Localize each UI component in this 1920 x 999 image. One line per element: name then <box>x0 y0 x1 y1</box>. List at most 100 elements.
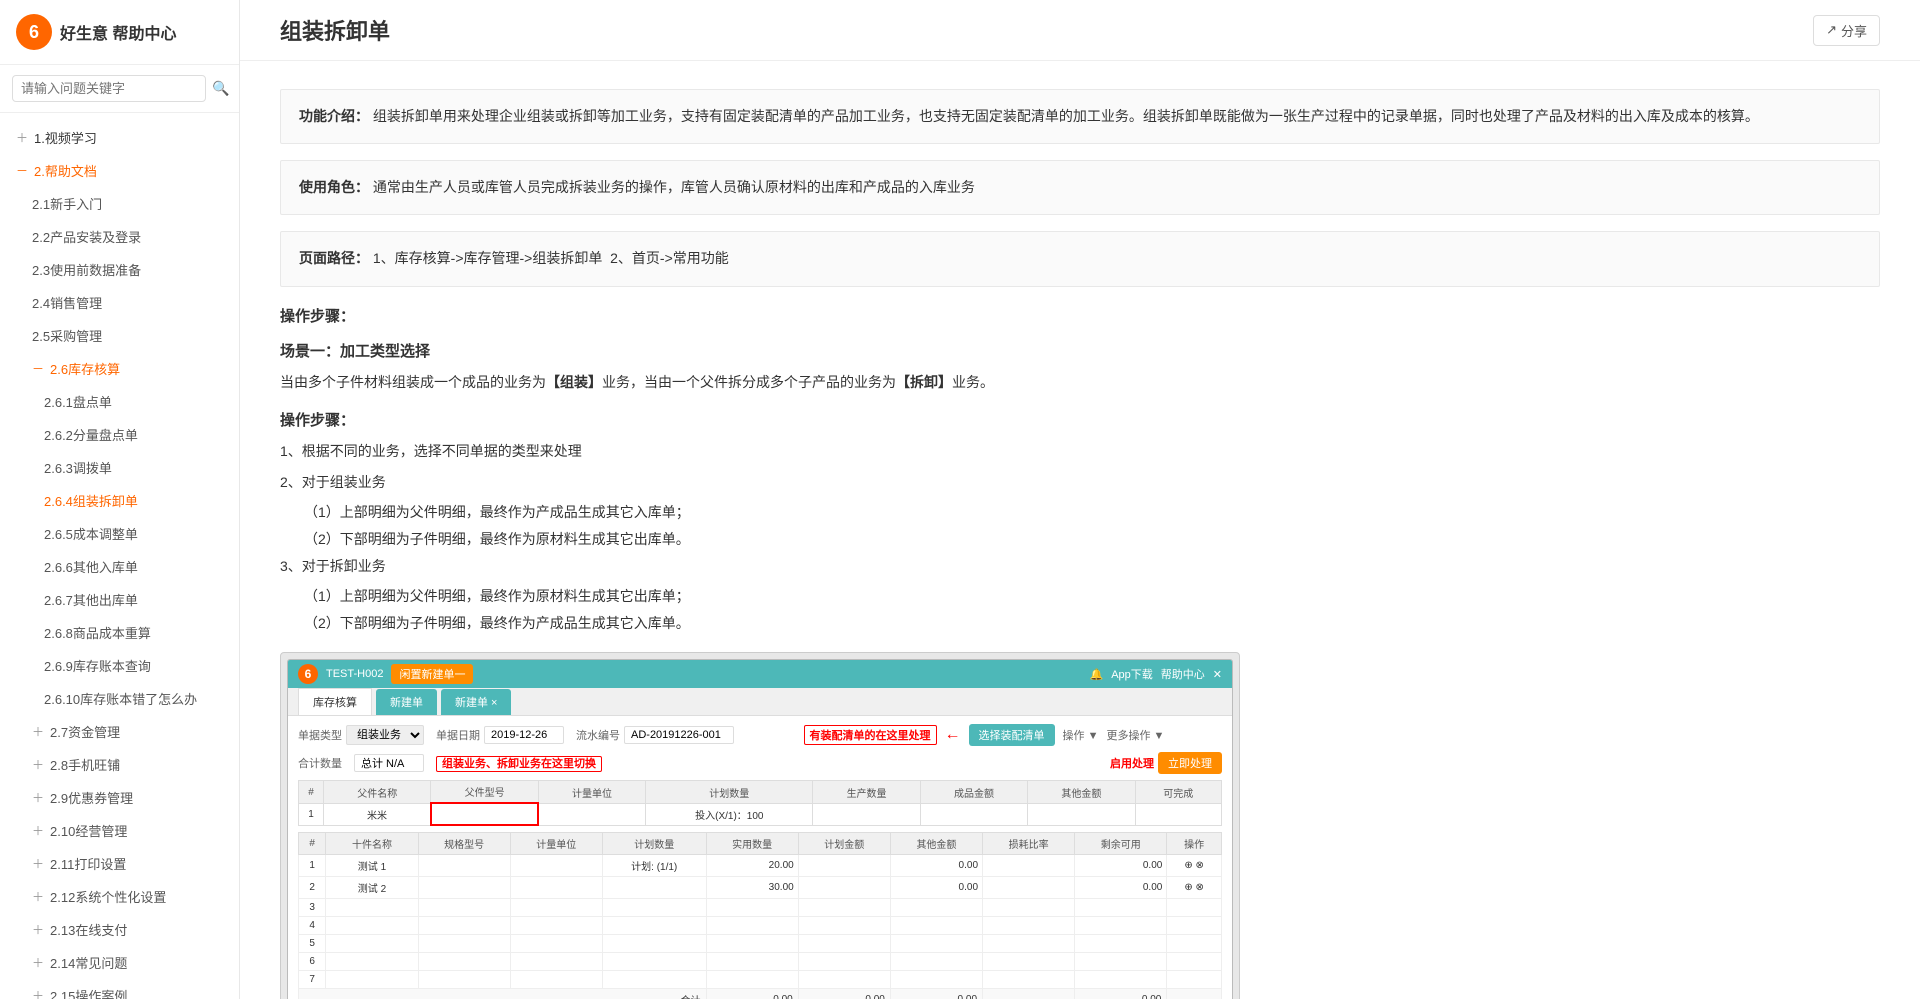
c7-pa <box>798 971 890 989</box>
sidebar-item-stock-query[interactable]: 2.6.9库存账本查询 <box>0 649 239 682</box>
new-order-btn[interactable]: 闲置新建单一 <box>391 664 473 684</box>
tab-new-order[interactable]: 新建单 <box>376 689 437 715</box>
share-button[interactable]: ↗ 分享 <box>1813 15 1880 46</box>
sidebar-item-custom[interactable]: ＋ 2.12系统个性化设置 <box>0 880 239 913</box>
sidebar-item-faq[interactable]: ＋ 2.14常见问题 <box>0 946 239 979</box>
sidebar-item-stock-error[interactable]: 2.6.10库存账本错了怎么办 <box>0 682 239 715</box>
date-input[interactable] <box>484 726 564 744</box>
order-type-select[interactable]: 组装业务 拆卸业务 <box>346 725 424 745</box>
num-input[interactable] <box>624 726 734 744</box>
child-col-loss-rate: 损耗比率 <box>983 833 1075 855</box>
child-row-1: 1 测试 1 计划: (1/1) 20.00 0.00 0.00 <box>299 855 1222 877</box>
c2-model <box>418 877 510 899</box>
sidebar-item-cases[interactable]: ＋ 2.15操作案例 <box>0 979 239 999</box>
annotation-area: 有装配清单的在这里处理 ← 选择装配清单 操作 ▼ 更多操作 ▼ <box>746 724 1222 746</box>
search-input[interactable] <box>12 75 206 102</box>
sidebar-item-install[interactable]: 2.2产品安装及登录 <box>0 220 239 253</box>
sidebar-item-print[interactable]: ＋ 2.11打印设置 <box>0 847 239 880</box>
form-row-1: 单据类型 组装业务 拆卸业务 单据日期 流水编号 <box>298 724 1222 746</box>
c2-plan-amount <box>798 877 890 899</box>
sidebar-item-label: 2.15操作案例 <box>50 986 127 999</box>
sidebar-item-cash[interactable]: ＋ 2.7资金管理 <box>0 715 239 748</box>
sidebar-item-label: 2.帮助文档 <box>34 161 97 180</box>
tab-inventory[interactable]: 库存核算 <box>298 688 372 715</box>
date-field: 单据日期 <box>436 726 564 744</box>
sidebar-item-stocktake[interactable]: 2.6.1盘点单 <box>0 385 239 418</box>
c6-lr <box>983 953 1075 971</box>
sidebar-item-adjust[interactable]: 2.6.3调拨单 <box>0 451 239 484</box>
sidebar-item-cost-recalc[interactable]: 2.6.8商品成本重算 <box>0 616 239 649</box>
child-col-remaining: 剩余可用 <box>1075 833 1167 855</box>
action-area-label: 操作 ▼ <box>1063 727 1099 743</box>
sidebar-item-label: 2.6.8商品成本重算 <box>44 623 151 642</box>
c1-ops: ⊕ ⊗ <box>1167 855 1222 877</box>
sidebar-item-label: 2.3使用前数据准备 <box>32 260 141 279</box>
col-plan-qty: 计划数量 <box>646 781 813 804</box>
c2-plan-qty <box>602 877 706 899</box>
c1-plan-qty: 计划: (1/1) <box>602 855 706 877</box>
sidebar-item-video[interactable]: ＋ 1.视频学习 <box>0 121 239 154</box>
child-col-num: # <box>299 833 326 855</box>
c5-name <box>326 935 418 953</box>
order-type-label: 单据类型 <box>298 727 342 743</box>
apply-btn[interactable]: 立即处理 <box>1158 752 1222 774</box>
sidebar-item-other-out[interactable]: 2.6.7其他出库单 <box>0 583 239 616</box>
c3-u <box>510 899 602 917</box>
footer-plan-amount: 0.00 <box>798 989 890 999</box>
sidebar-item-inventory[interactable]: － 2.6库存核算 <box>0 352 239 385</box>
form-row-2: 合计数量 组装业务、拆卸业务在这里切换 启用处理 立即处理 <box>298 752 1222 774</box>
row1-num: 1 <box>299 803 324 825</box>
c5-r <box>1075 935 1167 953</box>
sidebar-item-split-stocktake[interactable]: 2.6.2分量盘点单 <box>0 418 239 451</box>
tab-new-order-2[interactable]: 新建单 × <box>441 689 511 715</box>
sidebar-item-assembly[interactable]: 2.6.4组装拆卸单 <box>0 484 239 517</box>
sidebar-item-new-user[interactable]: 2.1新手入门 <box>0 187 239 220</box>
c4-lr <box>983 917 1075 935</box>
c6-r <box>1075 953 1167 971</box>
step2-sub1: （1）上部明细为父件明细，最终作为产成品生成其它入库单； <box>304 499 1880 526</box>
c4-aq <box>706 917 798 935</box>
sidebar-item-data-prep[interactable]: 2.3使用前数据准备 <box>0 253 239 286</box>
c6-pq <box>602 953 706 971</box>
child-row-7: 7 <box>299 971 1222 989</box>
sidebar-item-label: 2.8手机旺铺 <box>50 755 120 774</box>
c2-num: 2 <box>299 877 326 899</box>
c5-u <box>510 935 602 953</box>
app-title-bar: 6 TEST-H002 闲置新建单一 🔔 App下载 帮助中心 ✕ <box>288 660 1232 688</box>
close-icon[interactable]: ✕ <box>1213 668 1222 681</box>
c4-num: 4 <box>299 917 326 935</box>
app-tabs: 库存核算 新建单 新建单 × <box>288 688 1232 716</box>
sidebar-item-ops[interactable]: ＋ 2.10经营管理 <box>0 814 239 847</box>
sidebar-item-cost-adjust[interactable]: 2.6.5成本调整单 <box>0 517 239 550</box>
top-bar: 组装拆卸单 ↗ 分享 <box>240 0 1920 61</box>
sidebar-item-other-in[interactable]: 2.6.6其他入库单 <box>0 550 239 583</box>
sidebar-item-sales[interactable]: 2.4销售管理 <box>0 286 239 319</box>
search-icon[interactable]: 🔍 <box>212 80 229 97</box>
c6-pa <box>798 953 890 971</box>
col-prod-qty: 生产数量 <box>813 781 920 804</box>
select-bom-btn[interactable]: 选择装配清单 <box>969 724 1055 746</box>
sidebar-item-coupon[interactable]: ＋ 2.9优惠券管理 <box>0 781 239 814</box>
annotation2-text: 组装业务、拆卸业务在这里切换 <box>436 756 602 772</box>
sidebar-item-label: 2.12系统个性化设置 <box>50 887 166 906</box>
c5-aq <box>706 935 798 953</box>
breadcrumb-label: 页面路径： <box>299 250 369 266</box>
c3-aq <box>706 899 798 917</box>
sidebar-item-label: 2.14常见问题 <box>50 953 127 972</box>
row1-unit <box>538 803 645 825</box>
total-input[interactable] <box>354 754 424 772</box>
sidebar-item-mobile[interactable]: ＋ 2.8手机旺铺 <box>0 748 239 781</box>
sidebar-item-label: 2.6.5成本调整单 <box>44 524 138 543</box>
child-row-3: 3 <box>299 899 1222 917</box>
sidebar-item-purchase[interactable]: 2.5采购管理 <box>0 319 239 352</box>
parent-table-header: # 父件名称 父件型号 计量单位 计划数量 生产数量 成品金额 其他金额 可完成 <box>299 781 1222 804</box>
breadcrumb-path1: 1、库存核算->库存管理->组装拆卸单 2、首页->常用功能 <box>373 250 729 266</box>
sidebar-item-label: 1.视频学习 <box>34 128 97 147</box>
plus-icon: ＋ <box>32 921 44 938</box>
c3-o <box>1167 899 1222 917</box>
sidebar-item-docs[interactable]: － 2.帮助文档 <box>0 154 239 187</box>
c3-pq <box>602 899 706 917</box>
annotation-box1: 组装业务、拆卸业务在这里切换 <box>436 755 602 771</box>
upper-table-section: # 父件名称 父件型号 计量单位 计划数量 生产数量 成品金额 其他金额 可完成 <box>298 780 1222 826</box>
sidebar-item-online-pay[interactable]: ＋ 2.13在线支付 <box>0 913 239 946</box>
